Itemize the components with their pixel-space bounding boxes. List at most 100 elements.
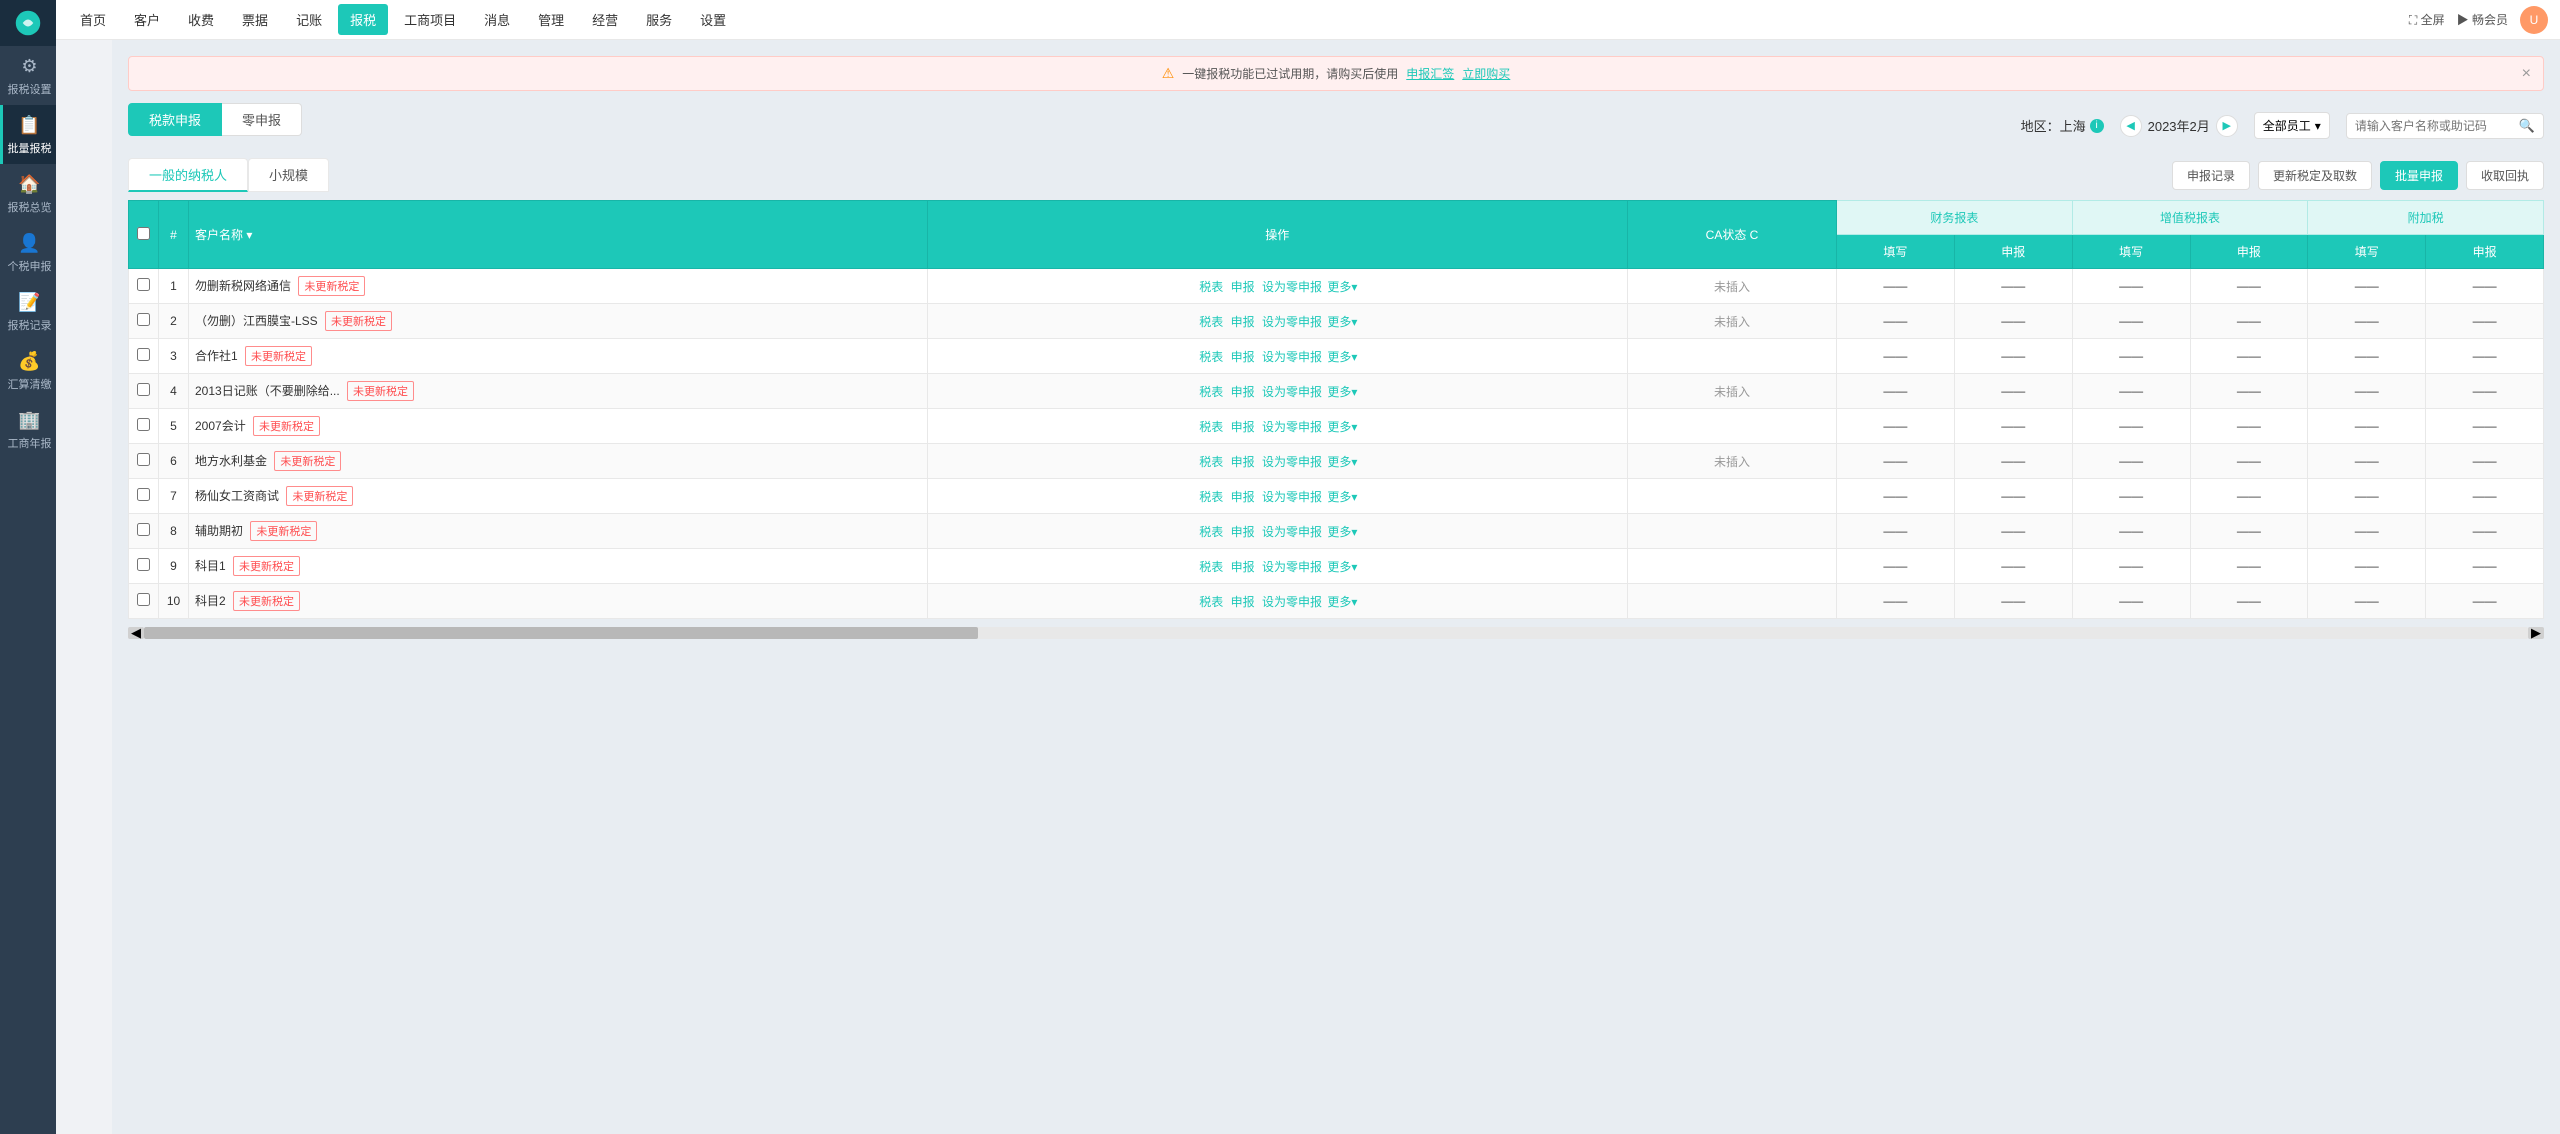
row-checkbox[interactable] xyxy=(137,523,150,536)
op-zero[interactable]: 设为零申报 xyxy=(1262,280,1322,294)
op-zero[interactable]: 设为零申报 xyxy=(1262,455,1322,469)
row-checkbox[interactable] xyxy=(137,453,150,466)
op-zero[interactable]: 设为零申报 xyxy=(1262,385,1322,399)
op-more[interactable]: 更多▾ xyxy=(1327,490,1357,504)
status-badge: 未更新税定 xyxy=(253,416,320,436)
sidebar-item-batch-tax[interactable]: 📋 批量报税 xyxy=(0,105,56,164)
op-zero[interactable]: 设为零申报 xyxy=(1262,420,1322,434)
row-checkbox[interactable] xyxy=(137,348,150,361)
nav-operations[interactable]: 经营 xyxy=(580,4,630,35)
op-more[interactable]: 更多▾ xyxy=(1327,455,1357,469)
member-button[interactable]: ▶ 畅会员 xyxy=(2457,11,2508,28)
op-more[interactable]: 更多▾ xyxy=(1327,595,1357,609)
row-checkbox[interactable] xyxy=(137,558,150,571)
op-more[interactable]: 更多▾ xyxy=(1327,420,1357,434)
op-tax-table[interactable]: 税表 xyxy=(1199,455,1223,469)
op-tax-table[interactable]: 税表 xyxy=(1199,420,1223,434)
op-tax-table[interactable]: 税表 xyxy=(1199,350,1223,364)
avatar[interactable]: U xyxy=(2520,6,2548,34)
op-tax-table[interactable]: 税表 xyxy=(1199,385,1223,399)
op-more[interactable]: 更多▾ xyxy=(1327,385,1357,399)
op-more[interactable]: 更多▾ xyxy=(1327,525,1357,539)
op-tax-table[interactable]: 税表 xyxy=(1199,315,1223,329)
op-tax-table[interactable]: 税表 xyxy=(1199,525,1223,539)
nav-tax[interactable]: 报税 xyxy=(338,4,388,35)
row-checkbox[interactable] xyxy=(137,418,150,431)
op-zero[interactable]: 设为零申报 xyxy=(1262,525,1322,539)
tab-zero-declaration[interactable]: 零申报 xyxy=(222,103,302,136)
sub-tab-general[interactable]: 一般的纳税人 xyxy=(128,158,248,192)
location-selector[interactable]: 地区：上海 i xyxy=(2021,116,2104,135)
sub-tab-small-scale[interactable]: 小规模 xyxy=(248,158,329,192)
sidebar-item-tax-records[interactable]: 📝 报税记录 xyxy=(0,282,56,341)
op-more[interactable]: 更多▾ xyxy=(1327,315,1357,329)
sidebar-item-tax-settings[interactable]: ⚙ 报税设置 xyxy=(0,46,56,105)
row-checkbox[interactable] xyxy=(137,488,150,501)
op-submit[interactable]: 申报 xyxy=(1231,560,1255,574)
op-submit[interactable]: 申报 xyxy=(1231,455,1255,469)
row-checkbox[interactable] xyxy=(137,383,150,396)
nav-billing[interactable]: 收费 xyxy=(176,4,226,35)
op-zero[interactable]: 设为零申报 xyxy=(1262,315,1322,329)
sidebar-item-business-report[interactable]: 🏢 工商年报 xyxy=(0,400,56,459)
op-submit[interactable]: 申报 xyxy=(1231,595,1255,609)
date-prev-button[interactable]: ◀ xyxy=(2120,115,2142,137)
op-more[interactable]: 更多▾ xyxy=(1327,560,1357,574)
update-tax-button[interactable]: 更新税定及取数 xyxy=(2258,161,2372,190)
sidebar-item-tax-overview[interactable]: 🏠 报税总览 xyxy=(0,164,56,223)
staff-selector[interactable]: 全部员工 ▾ xyxy=(2254,112,2330,139)
nav-home[interactable]: 首页 xyxy=(68,4,118,35)
op-tax-table[interactable]: 税表 xyxy=(1199,595,1223,609)
action-buttons: 申报记录 更新税定及取数 批量申报 收取回执 xyxy=(2172,161,2544,190)
nav-invoices[interactable]: 票据 xyxy=(230,4,280,35)
op-tax-table[interactable]: 税表 xyxy=(1199,490,1223,504)
notice-link-buy[interactable]: 立即购买 xyxy=(1462,65,1510,82)
notice-close-button[interactable]: × xyxy=(2522,65,2531,83)
op-submit[interactable]: 申报 xyxy=(1231,420,1255,434)
op-zero[interactable]: 设为零申报 xyxy=(1262,490,1322,504)
op-submit[interactable]: 申报 xyxy=(1231,385,1255,399)
tab-tax-declaration[interactable]: 税款申报 xyxy=(128,103,222,136)
row-checkbox[interactable] xyxy=(137,278,150,291)
notice-link-summary[interactable]: 申报汇签 xyxy=(1406,65,1454,82)
nav-business[interactable]: 工商项目 xyxy=(392,4,468,35)
batch-declare-button[interactable]: 批量申报 xyxy=(2380,161,2458,190)
nav-messages[interactable]: 消息 xyxy=(472,4,522,35)
row-checkbox[interactable] xyxy=(137,313,150,326)
scroll-right-button[interactable]: ▶ xyxy=(2528,627,2544,639)
nav-services[interactable]: 服务 xyxy=(634,4,684,35)
nav-accounting[interactable]: 记账 xyxy=(284,4,334,35)
op-tax-table[interactable]: 税表 xyxy=(1199,560,1223,574)
scrollbar-thumb[interactable] xyxy=(144,627,978,639)
nav-settings[interactable]: 设置 xyxy=(688,4,738,35)
op-submit[interactable]: 申报 xyxy=(1231,490,1255,504)
date-next-button[interactable]: ▶ xyxy=(2216,115,2238,137)
main-content: ⚠ 一键报税功能已过试用期，请购买后使用 申报汇签 立即购买 × 税款申报 零申… xyxy=(112,40,2560,1134)
op-submit[interactable]: 申报 xyxy=(1231,525,1255,539)
info-icon[interactable]: i xyxy=(2090,119,2104,133)
op-more[interactable]: 更多▾ xyxy=(1327,350,1357,364)
sidebar-item-individual-tax[interactable]: 👤 个税申报 xyxy=(0,223,56,282)
op-submit[interactable]: 申报 xyxy=(1231,350,1255,364)
scrollbar-track[interactable] xyxy=(144,627,2528,639)
collect-receipt-button[interactable]: 收取回执 xyxy=(2466,161,2544,190)
op-more[interactable]: 更多▾ xyxy=(1327,280,1357,294)
declaration-records-button[interactable]: 申报记录 xyxy=(2172,161,2250,190)
row-checkbox[interactable] xyxy=(137,593,150,606)
select-all-checkbox[interactable] xyxy=(137,227,150,240)
sidebar-item-settlement[interactable]: 💰 汇算清缴 xyxy=(0,341,56,400)
op-zero[interactable]: 设为零申报 xyxy=(1262,350,1322,364)
op-zero[interactable]: 设为零申报 xyxy=(1262,560,1322,574)
op-zero[interactable]: 设为零申报 xyxy=(1262,595,1322,609)
op-submit[interactable]: 申报 xyxy=(1231,280,1255,294)
horizontal-scrollbar[interactable]: ◀ ▶ xyxy=(128,627,2544,639)
sort-icon[interactable]: ▾ xyxy=(246,228,252,242)
op-tax-table[interactable]: 税表 xyxy=(1199,280,1223,294)
fullscreen-button[interactable]: ⛶ 全屏 xyxy=(2409,11,2445,28)
nav-clients[interactable]: 客户 xyxy=(122,4,172,35)
scroll-left-button[interactable]: ◀ xyxy=(128,627,144,639)
op-submit[interactable]: 申报 xyxy=(1231,315,1255,329)
nav-management[interactable]: 管理 xyxy=(526,4,576,35)
search-input[interactable] xyxy=(2355,119,2515,133)
search-icon[interactable]: 🔍 xyxy=(2519,118,2535,134)
